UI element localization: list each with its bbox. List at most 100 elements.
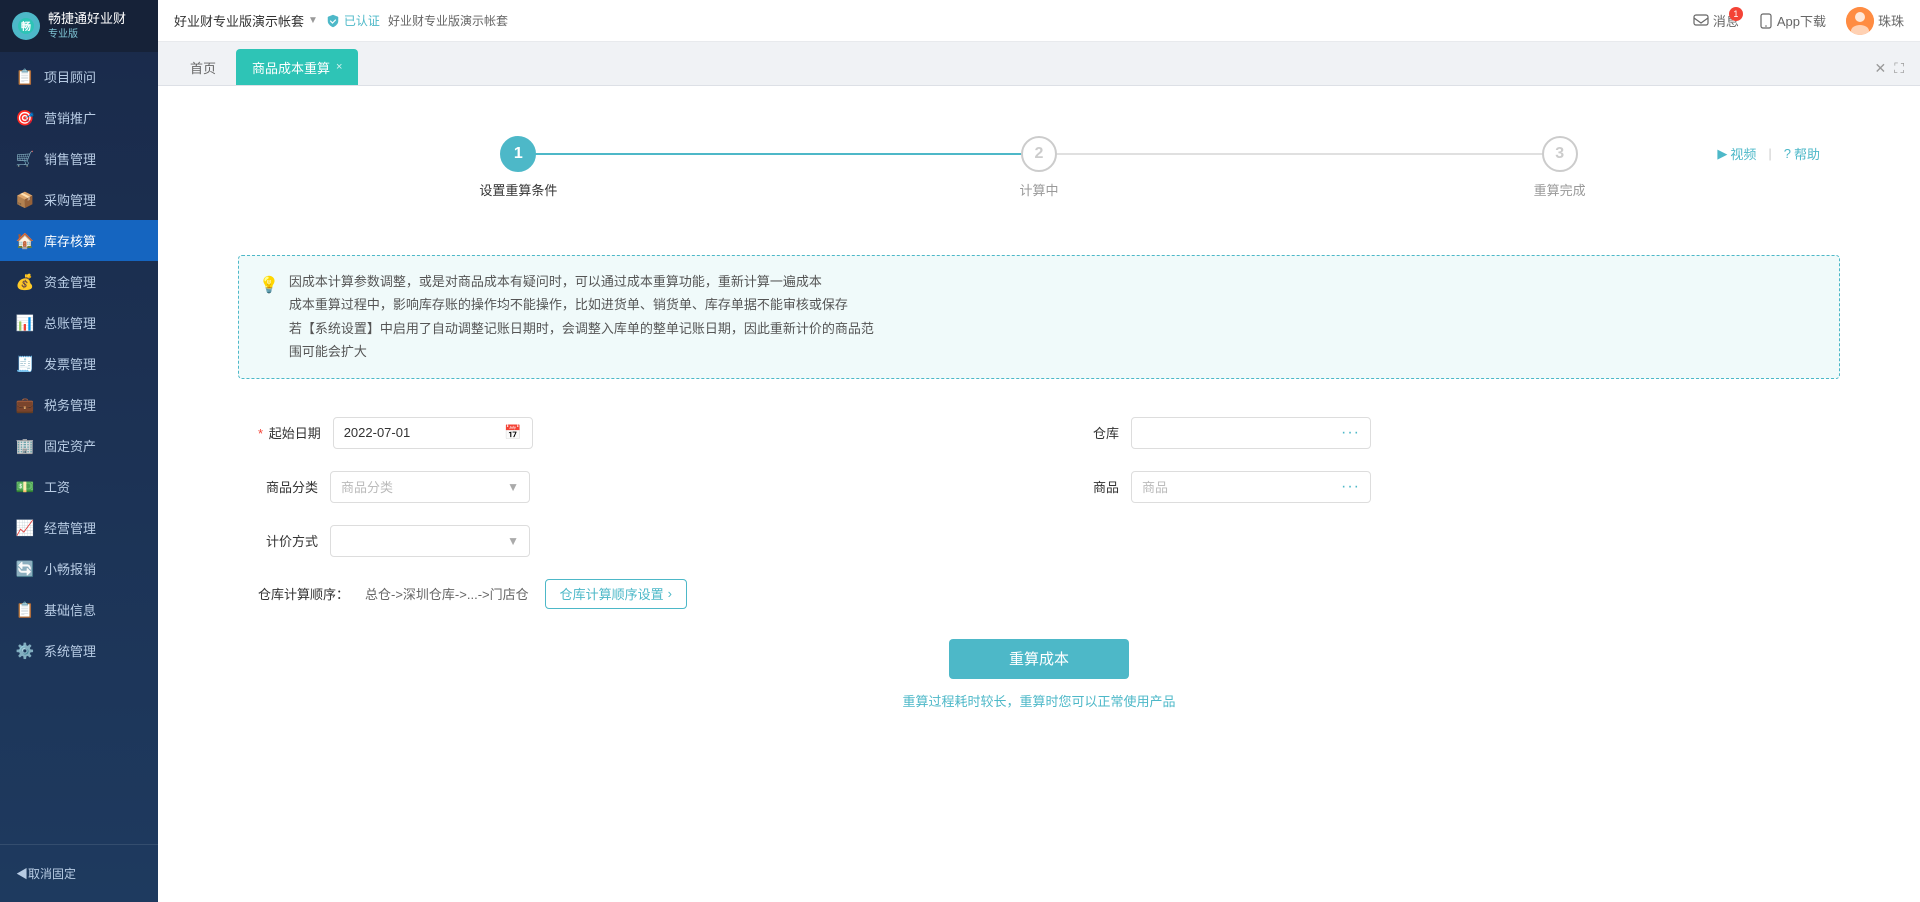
info-line-2: 成本重算过程中，影响库存账的操作均不能操作，比如进货单、销货单、库存单据不能审核…	[289, 293, 874, 316]
app-download-button[interactable]: App下载	[1759, 11, 1826, 30]
basic-icon: 📋	[16, 601, 34, 619]
sidebar-label-expense: 小畅报销	[44, 559, 96, 578]
form-area: * 起始日期 2022-07-01 📅 仓库 ···	[198, 407, 1880, 720]
help-link[interactable]: ? 帮助	[1784, 144, 1820, 163]
form-row-2: 商品分类 商品分类 ▼ 商品 商品 ···	[258, 471, 1820, 503]
warehouse-dots-icon[interactable]: ···	[1341, 424, 1360, 442]
message-button[interactable]: 消息 1	[1693, 11, 1739, 30]
sidebar-label-tax: 税务管理	[44, 395, 96, 414]
sidebar-item-inventory[interactable]: 🏠 库存核算	[0, 220, 158, 261]
submit-label: 重算成本	[1009, 648, 1069, 669]
account-selector[interactable]: 好业财专业版演示帐套 ▼	[174, 11, 318, 30]
product-label: 商品	[1059, 477, 1119, 496]
tab-cost-recalc[interactable]: 商品成本重算 ×	[236, 49, 358, 85]
pricing-dropdown-icon: ▼	[507, 534, 519, 548]
product-input[interactable]: 商品 ···	[1131, 471, 1371, 503]
sidebar-item-assets[interactable]: 🏢 固定资产	[0, 425, 158, 466]
salary-icon: 💵	[16, 478, 34, 496]
warehouse-order-settings-button[interactable]: 仓库计算顺序设置 ›	[545, 579, 687, 609]
sidebar-nav: 📋 项目顾问 🎯 营销推广 🛒 销售管理 📦 采购管理 🏠 库存核算 💰 资金管…	[0, 52, 158, 844]
project-icon: 📋	[16, 68, 34, 86]
close-window-icon[interactable]: ✕	[1874, 60, 1886, 77]
verified-badge: 已认证	[326, 12, 380, 29]
sidebar-item-accounting[interactable]: 📊 总账管理	[0, 302, 158, 343]
step-1: 1 设置重算条件	[258, 136, 779, 199]
category-dropdown-icon: ▼	[507, 480, 519, 494]
business-icon: 📈	[16, 519, 34, 537]
sidebar-item-basic[interactable]: 📋 基础信息	[0, 589, 158, 630]
video-help-link[interactable]: ▶ 视频	[1717, 144, 1756, 163]
start-date-input[interactable]: 2022-07-01 📅	[333, 417, 533, 449]
step-1-circle: 1	[500, 136, 536, 172]
sidebar-label-assets: 固定资产	[44, 436, 96, 455]
info-line-1: 因成本计算参数调整，或是对商品成本有疑问时，可以通过成本重算功能，重新计算一遍成…	[289, 270, 874, 293]
category-label: 商品分类	[258, 477, 318, 496]
sidebar-item-system[interactable]: ⚙️ 系统管理	[0, 630, 158, 671]
product-field: 商品 商品 ···	[1059, 471, 1820, 503]
sidebar-item-salary[interactable]: 💵 工资	[0, 466, 158, 507]
sidebar-item-sales[interactable]: 🛒 销售管理	[0, 138, 158, 179]
help-icon: ?	[1784, 146, 1791, 161]
topbar-left: 好业财专业版演示帐套 ▼ 已认证 好业财专业版演示帐套	[174, 11, 508, 30]
app-download-label: App下载	[1777, 11, 1826, 30]
user-menu[interactable]: 珠珠	[1846, 7, 1904, 35]
step-2-label: 计算中	[1020, 180, 1059, 199]
tab-cost-recalc-label: 商品成本重算	[252, 58, 330, 77]
warehouse-label-text: 仓库	[1093, 426, 1119, 441]
maximize-icon[interactable]: ⛶	[1894, 60, 1904, 77]
sidebar-item-project[interactable]: 📋 项目顾问	[0, 56, 158, 97]
sidebar-label-purchase: 采购管理	[44, 190, 96, 209]
step-3-label: 重算完成	[1534, 180, 1586, 199]
expense-icon: 🔄	[16, 560, 34, 578]
steps-help: ▶ 视频 | ? 帮助	[1717, 144, 1820, 163]
warehouse-input[interactable]: ···	[1131, 417, 1371, 449]
cancel-fixed-button[interactable]: ◀取消固定	[0, 855, 158, 892]
main-area: 好业财专业版演示帐套 ▼ 已认证 好业财专业版演示帐套 消息 1	[158, 0, 1920, 902]
sidebar-item-expense[interactable]: 🔄 小畅报销	[0, 548, 158, 589]
sidebar-item-finance[interactable]: 💰 资金管理	[0, 261, 158, 302]
tab-home-label: 首页	[190, 58, 216, 77]
sidebar-item-marketing[interactable]: 🎯 营销推广	[0, 97, 158, 138]
start-date-label: * 起始日期	[258, 423, 321, 442]
shield-icon	[326, 14, 340, 28]
assets-icon: 🏢	[16, 437, 34, 455]
sales-icon: 🛒	[16, 150, 34, 168]
account-name: 好业财专业版演示帐套	[174, 11, 304, 30]
info-line-4: 围可能会扩大	[289, 340, 874, 363]
sidebar-item-tax[interactable]: 💼 税务管理	[0, 384, 158, 425]
sidebar-label-sales: 销售管理	[44, 149, 96, 168]
sidebar-item-invoice[interactable]: 🧾 发票管理	[0, 343, 158, 384]
info-box: 💡 因成本计算参数调整，或是对商品成本有疑问时，可以通过成本重算功能，重新计算一…	[238, 255, 1840, 379]
info-line-3: 若【系统设置】中启用了自动调整记账日期时，会调整入库单的整单记账日期，因此重新计…	[289, 317, 874, 340]
info-text: 因成本计算参数调整，或是对商品成本有疑问时，可以通过成本重算功能，重新计算一遍成…	[289, 270, 874, 364]
sidebar-label-business: 经营管理	[44, 518, 96, 537]
invoice-icon: 🧾	[16, 355, 34, 373]
sidebar-label-project: 项目顾问	[44, 67, 96, 86]
chevron-right-icon: ›	[668, 586, 672, 601]
step-1-num: 1	[514, 145, 523, 163]
sidebar-item-business[interactable]: 📈 经营管理	[0, 507, 158, 548]
tab-home[interactable]: 首页	[174, 49, 232, 85]
warehouse-field: 仓库 ···	[1059, 417, 1820, 449]
sidebar-bottom: ◀取消固定	[0, 844, 158, 902]
pricing-input[interactable]: ▼	[330, 525, 530, 557]
recalculate-button[interactable]: 重算成本	[949, 639, 1129, 679]
step-2-circle: 2	[1021, 136, 1057, 172]
sidebar-label-accounting: 总账管理	[44, 313, 96, 332]
accounting-icon: 📊	[16, 314, 34, 332]
finance-icon: 💰	[16, 273, 34, 291]
warehouse-order-label: 仓库计算顺序：	[258, 584, 349, 603]
warehouse-order-row: 仓库计算顺序： 总仓->深圳仓库->...->门店仓 仓库计算顺序设置 ›	[258, 579, 1820, 609]
sidebar-item-purchase[interactable]: 📦 采购管理	[0, 179, 158, 220]
message-icon	[1693, 13, 1709, 29]
page-content: 1 设置重算条件 2 计算中 3 重算完成 ▶	[158, 86, 1920, 902]
pricing-field: 计价方式 ▼	[258, 525, 1019, 557]
category-input[interactable]: 商品分类 ▼	[330, 471, 530, 503]
cancel-fixed-label: ◀取消固定	[16, 865, 76, 882]
sidebar: 畅 畅捷通好业财 专业版 📋 项目顾问 🎯 营销推广 🛒 销售管理 📦 采购管理…	[0, 0, 158, 902]
help-label: 帮助	[1794, 144, 1820, 163]
step-3-num: 3	[1555, 145, 1564, 163]
tab-close-icon[interactable]: ×	[336, 61, 342, 73]
product-dots-icon[interactable]: ···	[1341, 478, 1360, 496]
calendar-icon[interactable]: 📅	[504, 424, 521, 441]
